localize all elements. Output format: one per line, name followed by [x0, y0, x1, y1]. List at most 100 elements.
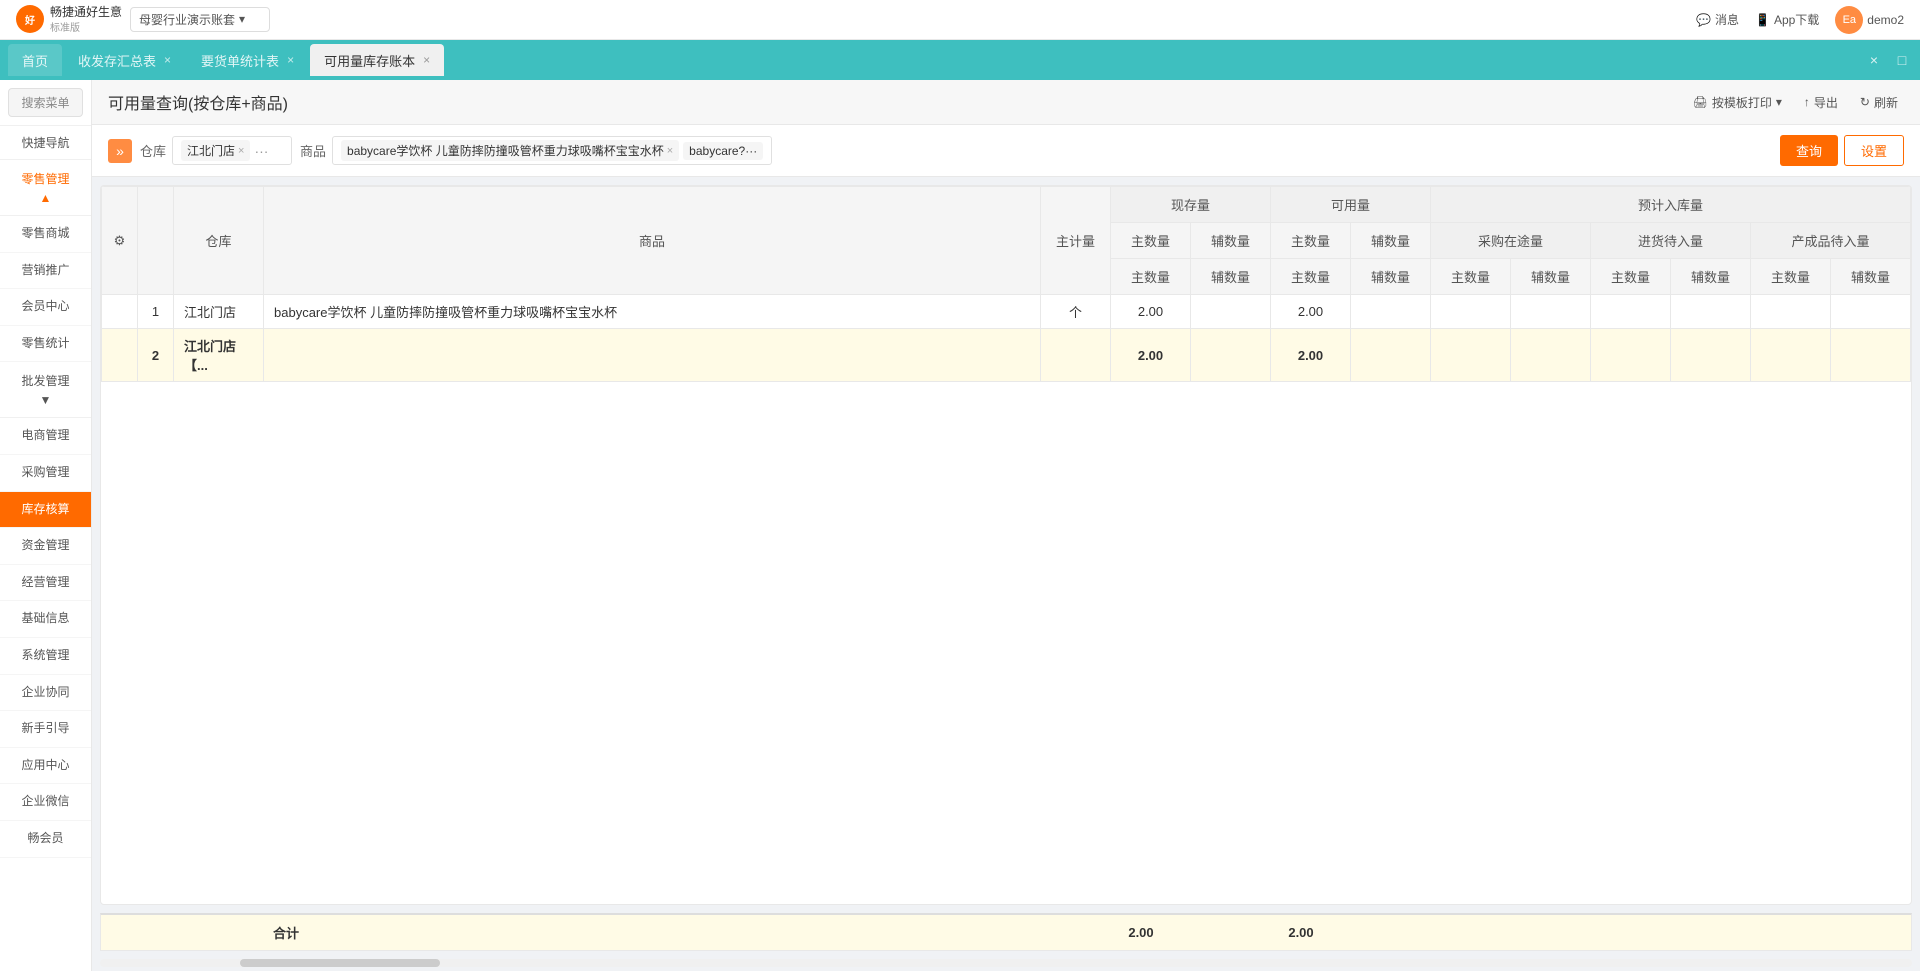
tab-receipt-close[interactable]: ×	[164, 53, 171, 67]
tab-available-close[interactable]: ×	[423, 53, 430, 67]
sidebar-item-app-center[interactable]: 应用中心	[0, 748, 91, 785]
tab-home[interactable]: 首页	[8, 44, 62, 76]
data-table-container: ⚙ 仓库 商品 主计量 现存量 可用量 预计入库量 主数量 辅数量 主数量	[100, 185, 1912, 905]
warehouse-label: 仓库	[140, 141, 166, 160]
logo-text: 畅捷通好生意	[50, 5, 122, 19]
tab-available-stock[interactable]: 可用量库存账本 ×	[310, 44, 444, 76]
row1-settings	[102, 295, 138, 329]
industry-selector[interactable]: 母婴行业演示账套 ▾	[130, 7, 270, 32]
tab-order-close[interactable]: ×	[287, 53, 294, 67]
sidebar-item-new-guide[interactable]: 新手引导	[0, 711, 91, 748]
new-guide-label: 新手引导	[21, 721, 69, 737]
th-inbound-main: 主数量	[1591, 259, 1671, 295]
sub-stock-main: 2.00	[1111, 329, 1191, 382]
scrollbar-thumb[interactable]	[240, 959, 440, 967]
page-title: 可用量查询(按仓库+商品)	[108, 90, 288, 114]
filter-bar: » 仓库 江北门店 × ··· 商品 babycare学饮杯 儿童防摔防撞吸管杯…	[92, 125, 1920, 177]
th-no	[138, 187, 174, 295]
horizontal-scrollbar[interactable]	[100, 959, 1912, 967]
sidebar-search-area: 搜索菜单	[0, 80, 91, 126]
query-btn[interactable]: 查询	[1780, 135, 1838, 166]
print-chevron: ▾	[1776, 95, 1782, 109]
username-label: demo2	[1867, 13, 1904, 27]
sub-avail-main: 2.00	[1271, 329, 1351, 382]
sidebar-item-retail-mgmt[interactable]: 零售管理 ▲	[0, 160, 91, 215]
product-tag2: babycare?···	[683, 142, 763, 160]
filter-toggle-btn[interactable]: »	[108, 139, 132, 163]
sub-purchase-main	[1431, 329, 1511, 382]
sidebar-item-member[interactable]: 会员中心	[0, 289, 91, 326]
retail-mall-label: 零售商城	[21, 226, 69, 242]
sidebar-quick-nav[interactable]: 快捷导航	[0, 126, 91, 160]
user-profile[interactable]: Ea demo2	[1835, 6, 1904, 34]
sidebar-item-finance[interactable]: 资金管理	[0, 528, 91, 565]
th-prod-main: 主数量	[1751, 259, 1831, 295]
settings-btn[interactable]: 设置	[1844, 135, 1904, 166]
row1-purchase-main	[1431, 295, 1511, 329]
sidebar-item-wholesale[interactable]: 批发管理 ▼	[0, 362, 91, 417]
search-menu-btn[interactable]: 搜索菜单	[8, 88, 83, 117]
sub-unit	[1041, 329, 1111, 382]
main-layout: 搜索菜单 快捷导航 零售管理 ▲ 零售商城 营销推广 会员中心 零售统计 批发管…	[0, 80, 1920, 971]
logo-text-area: 畅捷通好生意 标准版	[50, 5, 122, 34]
maximize-window-btn[interactable]: □	[1892, 50, 1912, 70]
refresh-btn[interactable]: ↻ 刷新	[1854, 91, 1904, 114]
th-current-stock: 现存量	[1111, 187, 1271, 223]
logo-area: 好 畅捷通好生意 标准版	[16, 5, 122, 34]
warehouse-filter: 仓库 江北门店 × ···	[140, 136, 292, 165]
footer-avail-main: 2.00	[1261, 925, 1341, 940]
th-settings[interactable]: ⚙	[102, 187, 138, 295]
tab-available-label: 可用量库存账本	[324, 51, 415, 70]
sidebar-item-retail-mall[interactable]: 零售商城	[0, 216, 91, 253]
product-label: 商品	[300, 141, 326, 160]
sidebar-item-enterprise-wechat[interactable]: 企业微信	[0, 784, 91, 821]
product-tag1: babycare学饮杯 儿童防摔防撞吸管杯重力球吸嘴杯宝宝水杯 ×	[341, 140, 679, 161]
sidebar-item-operations[interactable]: 经营管理	[0, 565, 91, 602]
product-input[interactable]: babycare学饮杯 儿童防摔防撞吸管杯重力球吸嘴杯宝宝水杯 × babyca…	[332, 136, 772, 165]
message-action[interactable]: 💬 消息	[1696, 11, 1739, 28]
app-download-label: App下载	[1774, 11, 1819, 28]
retail-mgmt-label: 零售管理	[21, 170, 69, 187]
finance-label: 资金管理	[21, 538, 69, 554]
product-tag1-text: babycare学饮杯 儿童防摔防撞吸管杯重力球吸嘴杯宝宝水杯	[347, 142, 664, 159]
app-download-action[interactable]: 📱 App下载	[1755, 11, 1819, 28]
sidebar-item-inventory[interactable]: 库存核算	[0, 492, 91, 529]
row1-product: babycare学饮杯 儿童防摔防撞吸管杯重力球吸嘴杯宝宝水杯	[264, 295, 1041, 329]
sidebar-item-marketing[interactable]: 营销推广	[0, 253, 91, 290]
sidebar-item-system[interactable]: 系统管理	[0, 638, 91, 675]
warehouse-input[interactable]: 江北门店 × ···	[172, 136, 292, 165]
page-actions: 🖨 按模板打印 ▾ ↑ 导出 ↻ 刷新	[1687, 91, 1904, 114]
close-window-btn[interactable]: ×	[1864, 50, 1884, 70]
top-bar-right: 💬 消息 📱 App下载 Ea demo2	[1696, 6, 1904, 34]
row1-no: 1	[138, 295, 174, 329]
app-icon: 📱	[1755, 13, 1770, 27]
warehouse-tag: 江北门店 ×	[181, 140, 250, 161]
warehouse-dots: ···	[254, 143, 268, 159]
row1-stock-aux	[1191, 295, 1271, 329]
sidebar-item-vip[interactable]: 畅会员	[0, 821, 91, 858]
th-available: 可用量	[1271, 187, 1431, 223]
product-tag1-close[interactable]: ×	[667, 145, 673, 157]
warehouse-tag-close[interactable]: ×	[238, 145, 244, 157]
row1-prod-aux	[1831, 295, 1911, 329]
sidebar-item-retail-stats[interactable]: 零售统计	[0, 326, 91, 363]
table-footer: 合计 2.00 2.00	[100, 913, 1912, 951]
refresh-icon: ↻	[1860, 95, 1870, 109]
settings-icon: ⚙	[114, 233, 126, 248]
tab-receipt-summary[interactable]: 收发存汇总表 ×	[64, 44, 185, 76]
sidebar-item-ecommerce[interactable]: 电商管理	[0, 418, 91, 455]
footer-label: 合计	[273, 923, 1031, 942]
print-btn[interactable]: 🖨 按模板打印 ▾	[1687, 91, 1788, 114]
export-btn[interactable]: ↑ 导出	[1798, 91, 1844, 114]
th-main-unit: 主计量	[1041, 187, 1111, 295]
sidebar-item-purchase[interactable]: 采购管理	[0, 455, 91, 492]
sub-warehouse: 江北门店【...	[174, 329, 264, 382]
subtotal-row: 2 江北门店【... 2.00 2.00	[102, 329, 1911, 382]
refresh-label: 刷新	[1874, 94, 1898, 111]
tab-order-stats[interactable]: 要货单统计表 ×	[187, 44, 308, 76]
sub-inbound-main	[1591, 329, 1671, 382]
th-purchase-in-transit: 采购在途量	[1431, 223, 1591, 259]
sidebar-item-basic-info[interactable]: 基础信息	[0, 601, 91, 638]
sidebar-item-enterprise-collab[interactable]: 企业协同	[0, 675, 91, 712]
vip-label: 畅会员	[27, 831, 63, 847]
